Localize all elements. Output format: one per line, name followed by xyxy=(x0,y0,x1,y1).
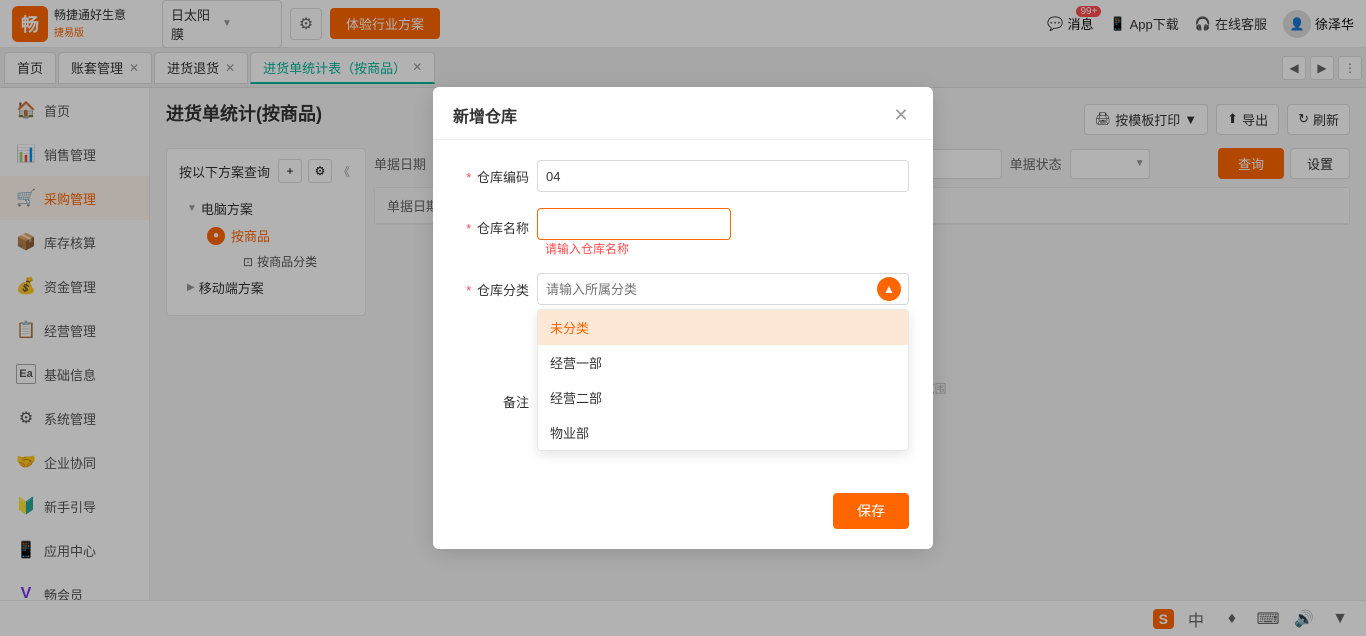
dropdown-item-0[interactable]: 未分类 xyxy=(538,310,908,345)
name-input[interactable] xyxy=(537,208,731,240)
modal-body: * 仓库编码 * 仓库名称 请输入仓库名称 xyxy=(433,140,933,481)
modal-close-button[interactable]: ✕ xyxy=(889,103,913,127)
category-arrow-icon[interactable]: ▲ xyxy=(877,277,901,301)
name-error-msg: 请输入仓库名称 xyxy=(545,240,629,257)
modal-overlay: 新增仓库 ✕ * 仓库编码 * 仓库名称 xyxy=(0,0,1366,636)
code-input[interactable] xyxy=(537,160,909,192)
notes-label-text: 备注 xyxy=(503,395,529,410)
dropdown-item-2[interactable]: 经营二部 xyxy=(538,380,908,415)
modal-title: 新增仓库 xyxy=(453,103,517,127)
code-label: * 仓库编码 xyxy=(457,160,537,186)
category-label-text: 仓库分类 xyxy=(477,283,529,298)
category-dropdown: 未分类 经营一部 经营二部 物业部 xyxy=(537,309,909,451)
modal-header: 新增仓库 ✕ xyxy=(433,87,933,140)
required-mark-cat: * xyxy=(466,283,471,298)
notes-label: 备注 xyxy=(457,385,537,411)
modal-dialog: 新增仓库 ✕ * 仓库编码 * 仓库名称 xyxy=(433,87,933,549)
form-row-name: * 仓库名称 请输入仓库名称 xyxy=(457,208,909,257)
form-row-category: * 仓库分类 ▲ 未分类 经营一部 经营二部 物业部 xyxy=(457,273,909,305)
required-mark: * xyxy=(466,170,471,185)
dropdown-item-3[interactable]: 物业部 xyxy=(538,415,908,450)
form-row-code: * 仓库编码 xyxy=(457,160,909,192)
category-label: * 仓库分类 xyxy=(457,273,537,299)
modal-footer: 保存 xyxy=(433,481,933,549)
dropdown-item-1[interactable]: 经营一部 xyxy=(538,345,908,380)
code-label-text: 仓库编码 xyxy=(477,170,529,185)
save-button[interactable]: 保存 xyxy=(833,493,909,529)
name-label: * 仓库名称 xyxy=(457,211,537,237)
category-input[interactable] xyxy=(537,273,909,305)
required-mark-name: * xyxy=(466,221,471,236)
category-select-wrapper: ▲ 未分类 经营一部 经营二部 物业部 xyxy=(537,273,909,305)
name-label-text: 仓库名称 xyxy=(477,221,529,236)
